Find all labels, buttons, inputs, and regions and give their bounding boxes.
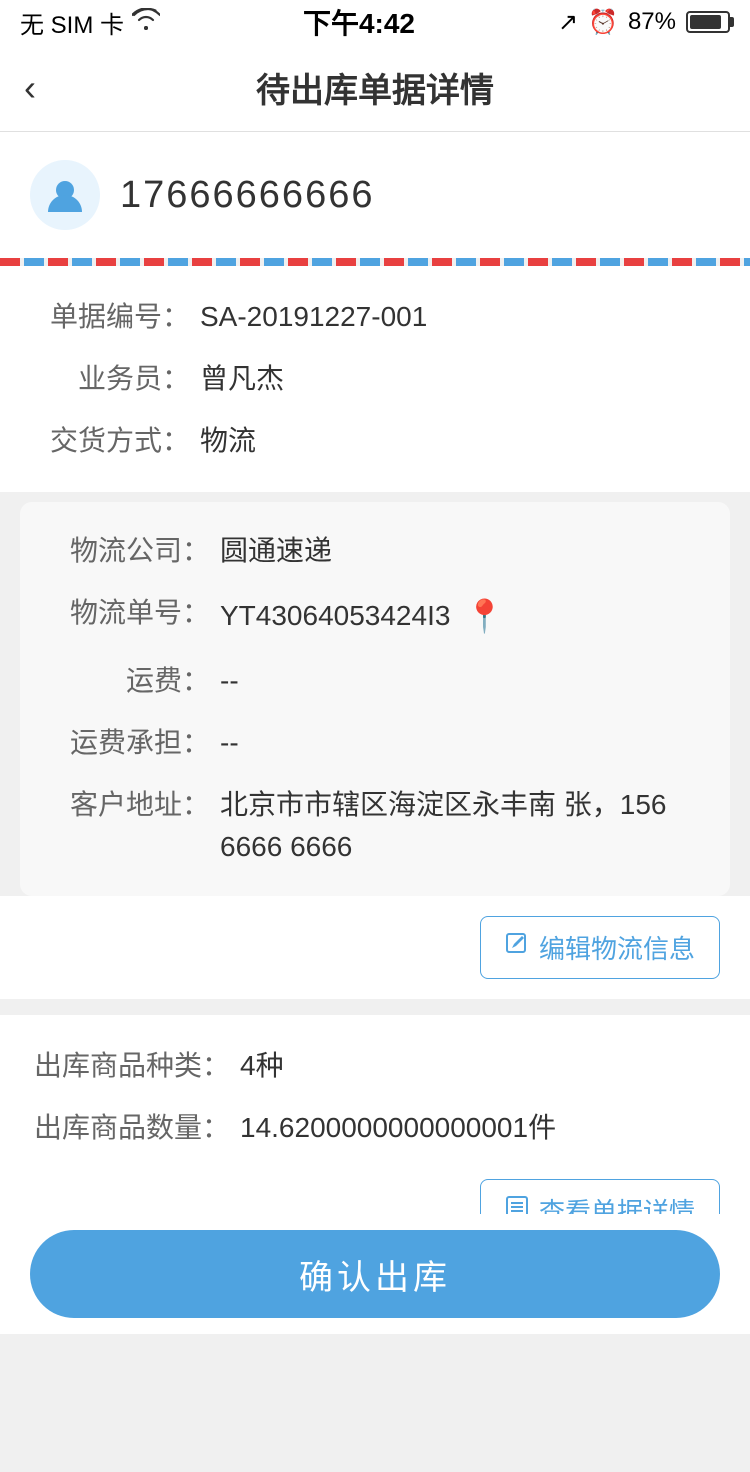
staff-row: 业务员： 曾凡杰: [30, 358, 720, 400]
edit-logistics-label: 编辑物流信息: [539, 929, 695, 966]
staff-label: 业务员：: [30, 358, 190, 400]
logistics-tracking-value: YT43064053424I3 📍: [220, 592, 700, 640]
status-time: 下午4:42: [303, 2, 415, 42]
section-separator: [0, 999, 750, 1015]
freight-row: 运费： --: [50, 660, 700, 702]
status-bar: 无 SIM 卡 下午4:42 ↗ ⏰ 87%: [0, 0, 750, 44]
freight-bearer-value: --: [220, 722, 700, 764]
edit-icon: [505, 932, 529, 963]
freight-bearer-label: 运费承担：: [50, 722, 210, 764]
logistics-tracking-label: 物流单号：: [50, 592, 210, 634]
carrier-label: 无 SIM 卡: [20, 5, 124, 40]
confirm-label: 确认出库: [299, 1250, 451, 1299]
status-left: 无 SIM 卡: [20, 5, 160, 40]
confirm-btn-wrap: 确认出库: [0, 1214, 750, 1334]
delivery-method-label: 交货方式：: [30, 420, 190, 462]
goods-quantity-row: 出库商品数量： 14.6200000000000001件: [30, 1107, 720, 1149]
battery-icon: [686, 11, 730, 33]
freight-value: --: [220, 660, 700, 702]
page-title: 待出库单据详情: [256, 63, 494, 112]
freight-label: 运费：: [50, 660, 210, 702]
customer-phone: 17666666666: [120, 174, 374, 217]
order-number-label: 单据编号：: [30, 296, 190, 338]
alarm-icon: ⏰: [588, 8, 618, 37]
goods-section: 出库商品种类： 4种 出库商品数量： 14.6200000000000001件: [0, 1015, 750, 1169]
basic-info-section: 单据编号： SA-20191227-001 业务员： 曾凡杰 交货方式： 物流: [0, 266, 750, 492]
logistics-card: 物流公司： 圆通速递 物流单号： YT43064053424I3 📍 运费： -…: [20, 502, 730, 896]
goods-quantity-value: 14.6200000000000001件: [240, 1107, 720, 1149]
status-right: ↗ ⏰ 87%: [558, 8, 730, 37]
logistics-company-row: 物流公司： 圆通速递: [50, 530, 700, 572]
dashed-divider: [0, 258, 750, 266]
freight-bearer-row: 运费承担： --: [50, 722, 700, 764]
edit-logistics-btn-wrap: 编辑物流信息: [0, 896, 750, 999]
location-icon: ↗: [558, 8, 578, 37]
logistics-tracking-row: 物流单号： YT43064053424I3 📍: [50, 592, 700, 640]
order-number-value: SA-20191227-001: [200, 296, 720, 338]
address-value: 北京市市辖区海淀区永丰南 张，156 6666 6666: [220, 784, 700, 868]
address-row: 客户地址： 北京市市辖区海淀区永丰南 张，156 6666 6666: [50, 784, 700, 868]
order-number-row: 单据编号： SA-20191227-001: [30, 296, 720, 338]
address-label: 客户地址：: [50, 784, 210, 826]
back-icon: ‹: [24, 67, 36, 108]
delivery-method-row: 交货方式： 物流: [30, 420, 720, 462]
map-pin-icon[interactable]: 📍: [464, 592, 504, 640]
nav-bar: ‹ 待出库单据详情: [0, 44, 750, 132]
edit-logistics-button[interactable]: 编辑物流信息: [480, 916, 720, 979]
logistics-company-label: 物流公司：: [50, 530, 210, 572]
customer-section: 17666666666: [0, 132, 750, 258]
logistics-company-value: 圆通速递: [220, 530, 700, 572]
back-button[interactable]: ‹: [24, 67, 36, 109]
battery-percent: 87%: [628, 8, 676, 36]
wifi-icon: [132, 8, 160, 37]
avatar: [30, 160, 100, 230]
goods-quantity-label: 出库商品数量：: [30, 1107, 230, 1149]
confirm-button[interactable]: 确认出库: [30, 1230, 720, 1318]
goods-types-row: 出库商品种类： 4种: [30, 1045, 720, 1087]
goods-types-label: 出库商品种类：: [30, 1045, 230, 1087]
delivery-method-value: 物流: [200, 420, 720, 462]
staff-value: 曾凡杰: [200, 358, 720, 400]
goods-types-value: 4种: [240, 1045, 720, 1087]
